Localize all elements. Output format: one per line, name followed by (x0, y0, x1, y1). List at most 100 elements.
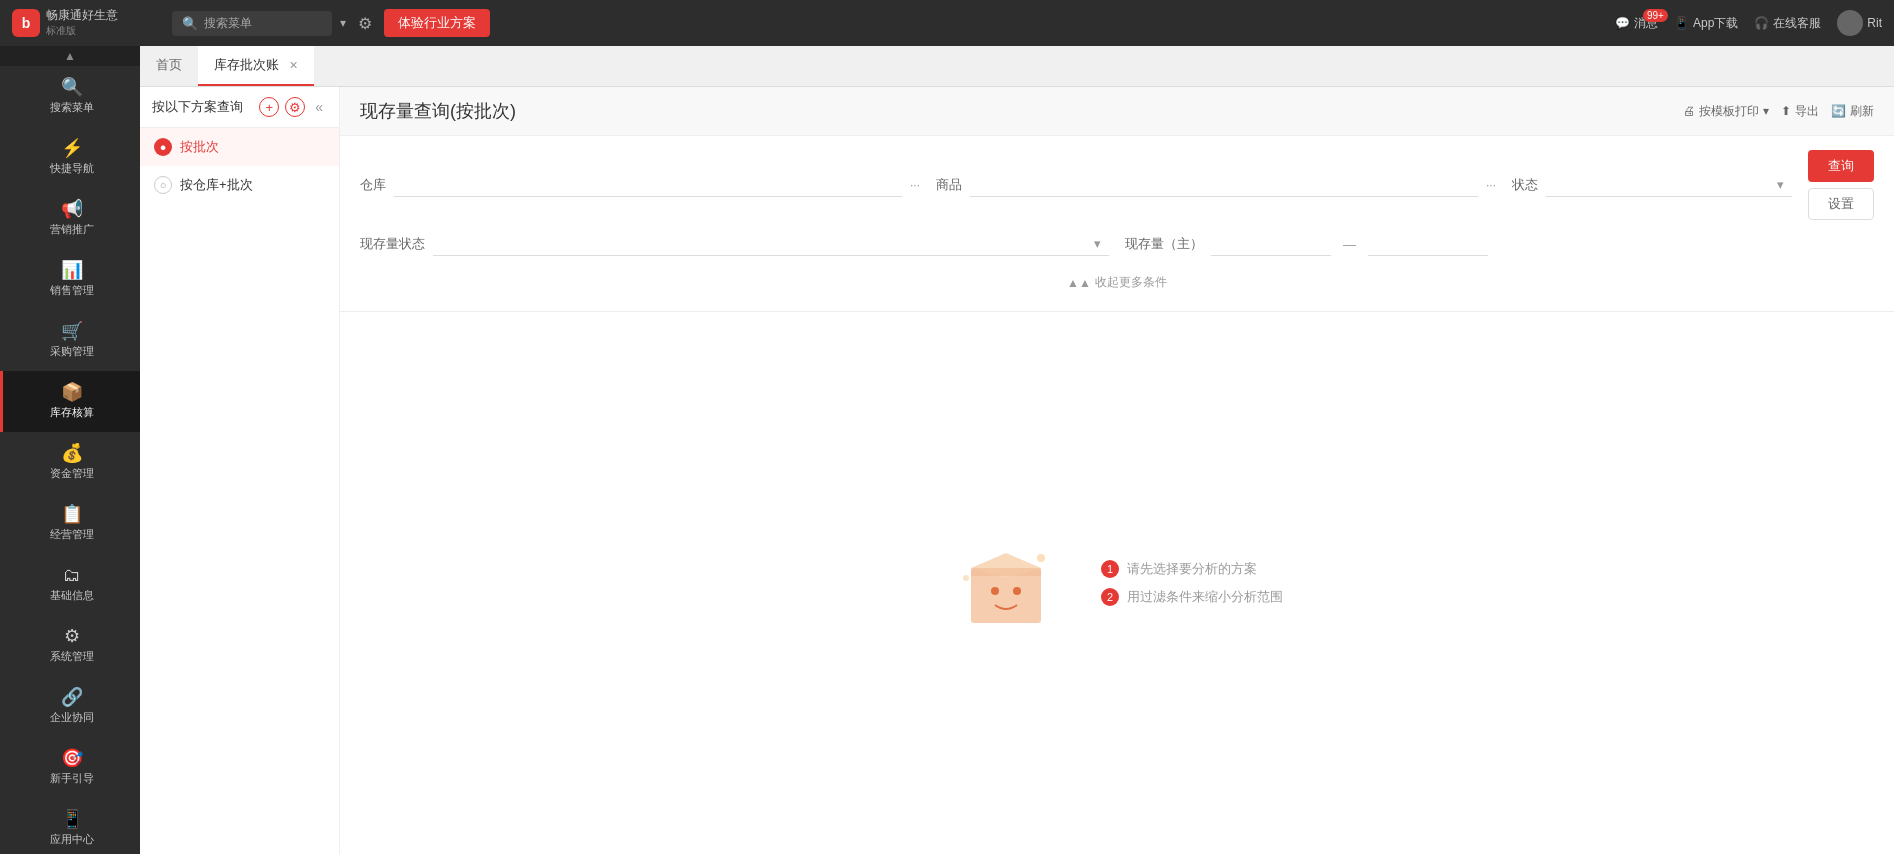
product-more-btn[interactable]: ··· (1486, 178, 1496, 192)
messages-btn[interactable]: 💬 消息 99+ (1615, 15, 1658, 32)
svg-point-6 (963, 575, 969, 581)
status-label: 状态 (1512, 176, 1538, 194)
scheme-item-by-warehouse-batch[interactable]: ○ 按仓库+批次 (140, 166, 339, 204)
export-label: 导出 (1795, 103, 1819, 120)
search-dropdown-icon[interactable]: ▾ (340, 16, 346, 30)
scheme-settings-btn[interactable]: ⚙ (285, 97, 305, 117)
scheme-icon-by-batch: ● (154, 138, 172, 156)
sidebar-item-sales[interactable]: 📊 销售管理 (0, 249, 140, 310)
sidebar-item-basic-info[interactable]: 🗂 基础信息 (0, 554, 140, 615)
sidebar-label: 系统管理 (50, 649, 94, 664)
experience-btn[interactable]: 体验行业方案 (384, 9, 490, 37)
sidebar-label: 快捷导航 (50, 161, 94, 176)
scheme-item-by-batch[interactable]: ● 按批次 (140, 128, 339, 166)
content-area: 首页 库存批次账 ✕ 按以下方案查询 + ⚙ « (140, 46, 1894, 854)
sidebar-item-inventory[interactable]: 📦 库存核算 (0, 371, 140, 432)
app-version: 标准版 (46, 24, 118, 38)
hint-2-number: 2 (1101, 588, 1119, 606)
query-btn-group: 查询 设置 (1808, 150, 1874, 220)
finance-icon: 💰 (61, 444, 83, 462)
system-icon: ⚙ (64, 627, 80, 645)
settings-icon[interactable]: ⚙ (354, 10, 376, 37)
search-text: 搜索菜单 (204, 15, 252, 32)
basic-info-icon: 🗂 (63, 566, 81, 584)
sidebar-item-system[interactable]: ⚙ 系统管理 (0, 615, 140, 676)
query-btn[interactable]: 查询 (1808, 150, 1874, 182)
tab-close-btn[interactable]: ✕ (289, 59, 298, 71)
apps-icon: 📱 (61, 810, 83, 828)
filter-row-2: 现存量状态 ▾ 现存量（主） — (360, 232, 1874, 256)
status-select[interactable]: ▾ (1546, 173, 1792, 197)
inventory-status-label: 现存量状态 (360, 235, 425, 253)
settings-btn[interactable]: 设置 (1808, 188, 1874, 220)
scheme-settings-icon: ⚙ (289, 101, 301, 114)
warehouse-input[interactable] (394, 173, 902, 197)
sidebar-item-enterprise[interactable]: 🔗 企业协同 (0, 676, 140, 737)
logo-icon: b (12, 9, 40, 37)
query-area: 现存量查询(按批次) 🖨 按模板打印 ▾ ⬆ 导出 🔄 (340, 87, 1894, 854)
refresh-btn[interactable]: 🔄 刷新 (1831, 103, 1874, 120)
scheme-collapse-btn[interactable]: « (311, 99, 327, 115)
query-result: 1 请先选择要分析的方案 2 用过滤条件来缩小分析范围 (340, 312, 1894, 854)
tab-home[interactable]: 首页 (140, 46, 198, 86)
sidebar-scroll-up[interactable]: ▲ (0, 46, 140, 66)
logo-area: b 畅康通好生意 标准版 (12, 8, 152, 38)
search-icon: 🔍 (61, 78, 83, 96)
filter-row-1: 仓库 ··· 商品 ··· 状态 (360, 150, 1874, 220)
sidebar-item-apps[interactable]: 📱 应用中心 (0, 798, 140, 854)
messages-badge: 99+ (1643, 9, 1668, 22)
sidebar-item-quick-nav[interactable]: ⚡ 快捷导航 (0, 127, 140, 188)
quick-nav-icon: ⚡ (61, 139, 83, 157)
sidebar: ▲ 🔍 搜索菜单 ⚡ 快捷导航 📢 营销推广 📊 销售管理 🛒 采购管理 📦 库… (0, 46, 140, 854)
sidebar-label: 企业协同 (50, 710, 94, 725)
inventory-status-select[interactable]: ▾ (433, 232, 1109, 256)
print-template-btn[interactable]: 🖨 按模板打印 ▾ (1683, 103, 1769, 120)
sidebar-label: 基础信息 (50, 588, 94, 603)
inventory-qty-label: 现存量（主） (1125, 235, 1203, 253)
tab-inventory-batch[interactable]: 库存批次账 ✕ (198, 46, 314, 86)
hint-2-text: 用过滤条件来缩小分析范围 (1127, 588, 1283, 606)
print-label: 按模板打印 (1699, 103, 1759, 120)
app-download-btn[interactable]: 📱 App下载 (1674, 15, 1738, 32)
sidebar-label: 经营管理 (50, 527, 94, 542)
messages-icon: 💬 (1615, 16, 1630, 30)
logo-text-group: 畅康通好生意 标准版 (46, 8, 118, 38)
marketing-icon: 📢 (61, 200, 83, 218)
sales-icon: 📊 (61, 261, 83, 279)
user-profile-btn[interactable]: Rit (1837, 10, 1882, 36)
empty-illustration (951, 523, 1071, 643)
header-search-bar[interactable]: 🔍 搜索菜单 (172, 11, 332, 36)
scheme-panel-actions: + ⚙ « (259, 97, 327, 117)
sidebar-label: 营销推广 (50, 222, 94, 237)
status-dropdown-icon: ▾ (1777, 177, 1784, 192)
warehouse-field: 仓库 ··· (360, 173, 920, 197)
sidebar-label: 资金管理 (50, 466, 94, 481)
newbie-icon: 🎯 (61, 749, 83, 767)
sidebar-item-purchase[interactable]: 🛒 采购管理 (0, 310, 140, 371)
sidebar-item-newbie[interactable]: 🎯 新手引导 (0, 737, 140, 798)
sidebar-item-operations[interactable]: 📋 经营管理 (0, 493, 140, 554)
add-scheme-btn[interactable]: + (259, 97, 279, 117)
sidebar-item-search[interactable]: 🔍 搜索菜单 (0, 66, 140, 127)
main-layout: ▲ 🔍 搜索菜单 ⚡ 快捷导航 📢 营销推广 📊 销售管理 🛒 采购管理 📦 库… (0, 46, 1894, 854)
product-input[interactable] (970, 173, 1478, 197)
sidebar-item-marketing[interactable]: 📢 营销推广 (0, 188, 140, 249)
sidebar-label: 库存核算 (50, 405, 94, 420)
inventory-qty-min-input[interactable] (1211, 232, 1331, 256)
online-service-btn[interactable]: 🎧 在线客服 (1754, 15, 1821, 32)
svg-point-3 (991, 587, 999, 595)
collapse-more-btn[interactable]: ▲▲ 收起更多条件 (360, 268, 1874, 297)
print-icon: 🖨 (1683, 104, 1695, 118)
export-btn[interactable]: ⬆ 导出 (1781, 103, 1819, 120)
top-header: b 畅康通好生意 标准版 🔍 搜索菜单 ▾ ⚙ 体验行业方案 💬 消息 99+ … (0, 0, 1894, 46)
print-dropdown-icon[interactable]: ▾ (1763, 104, 1769, 118)
svg-rect-2 (971, 568, 1041, 576)
scheme-panel-header: 按以下方案查询 + ⚙ « (140, 87, 339, 128)
empty-hints: 1 请先选择要分析的方案 2 用过滤条件来缩小分析范围 (1101, 560, 1283, 606)
product-field: 商品 ··· (936, 173, 1496, 197)
refresh-icon: 🔄 (1831, 104, 1846, 118)
sidebar-item-finance[interactable]: 💰 资金管理 (0, 432, 140, 493)
sidebar-label: 搜索菜单 (50, 100, 94, 115)
warehouse-more-btn[interactable]: ··· (910, 178, 920, 192)
inventory-qty-max-input[interactable] (1368, 232, 1488, 256)
